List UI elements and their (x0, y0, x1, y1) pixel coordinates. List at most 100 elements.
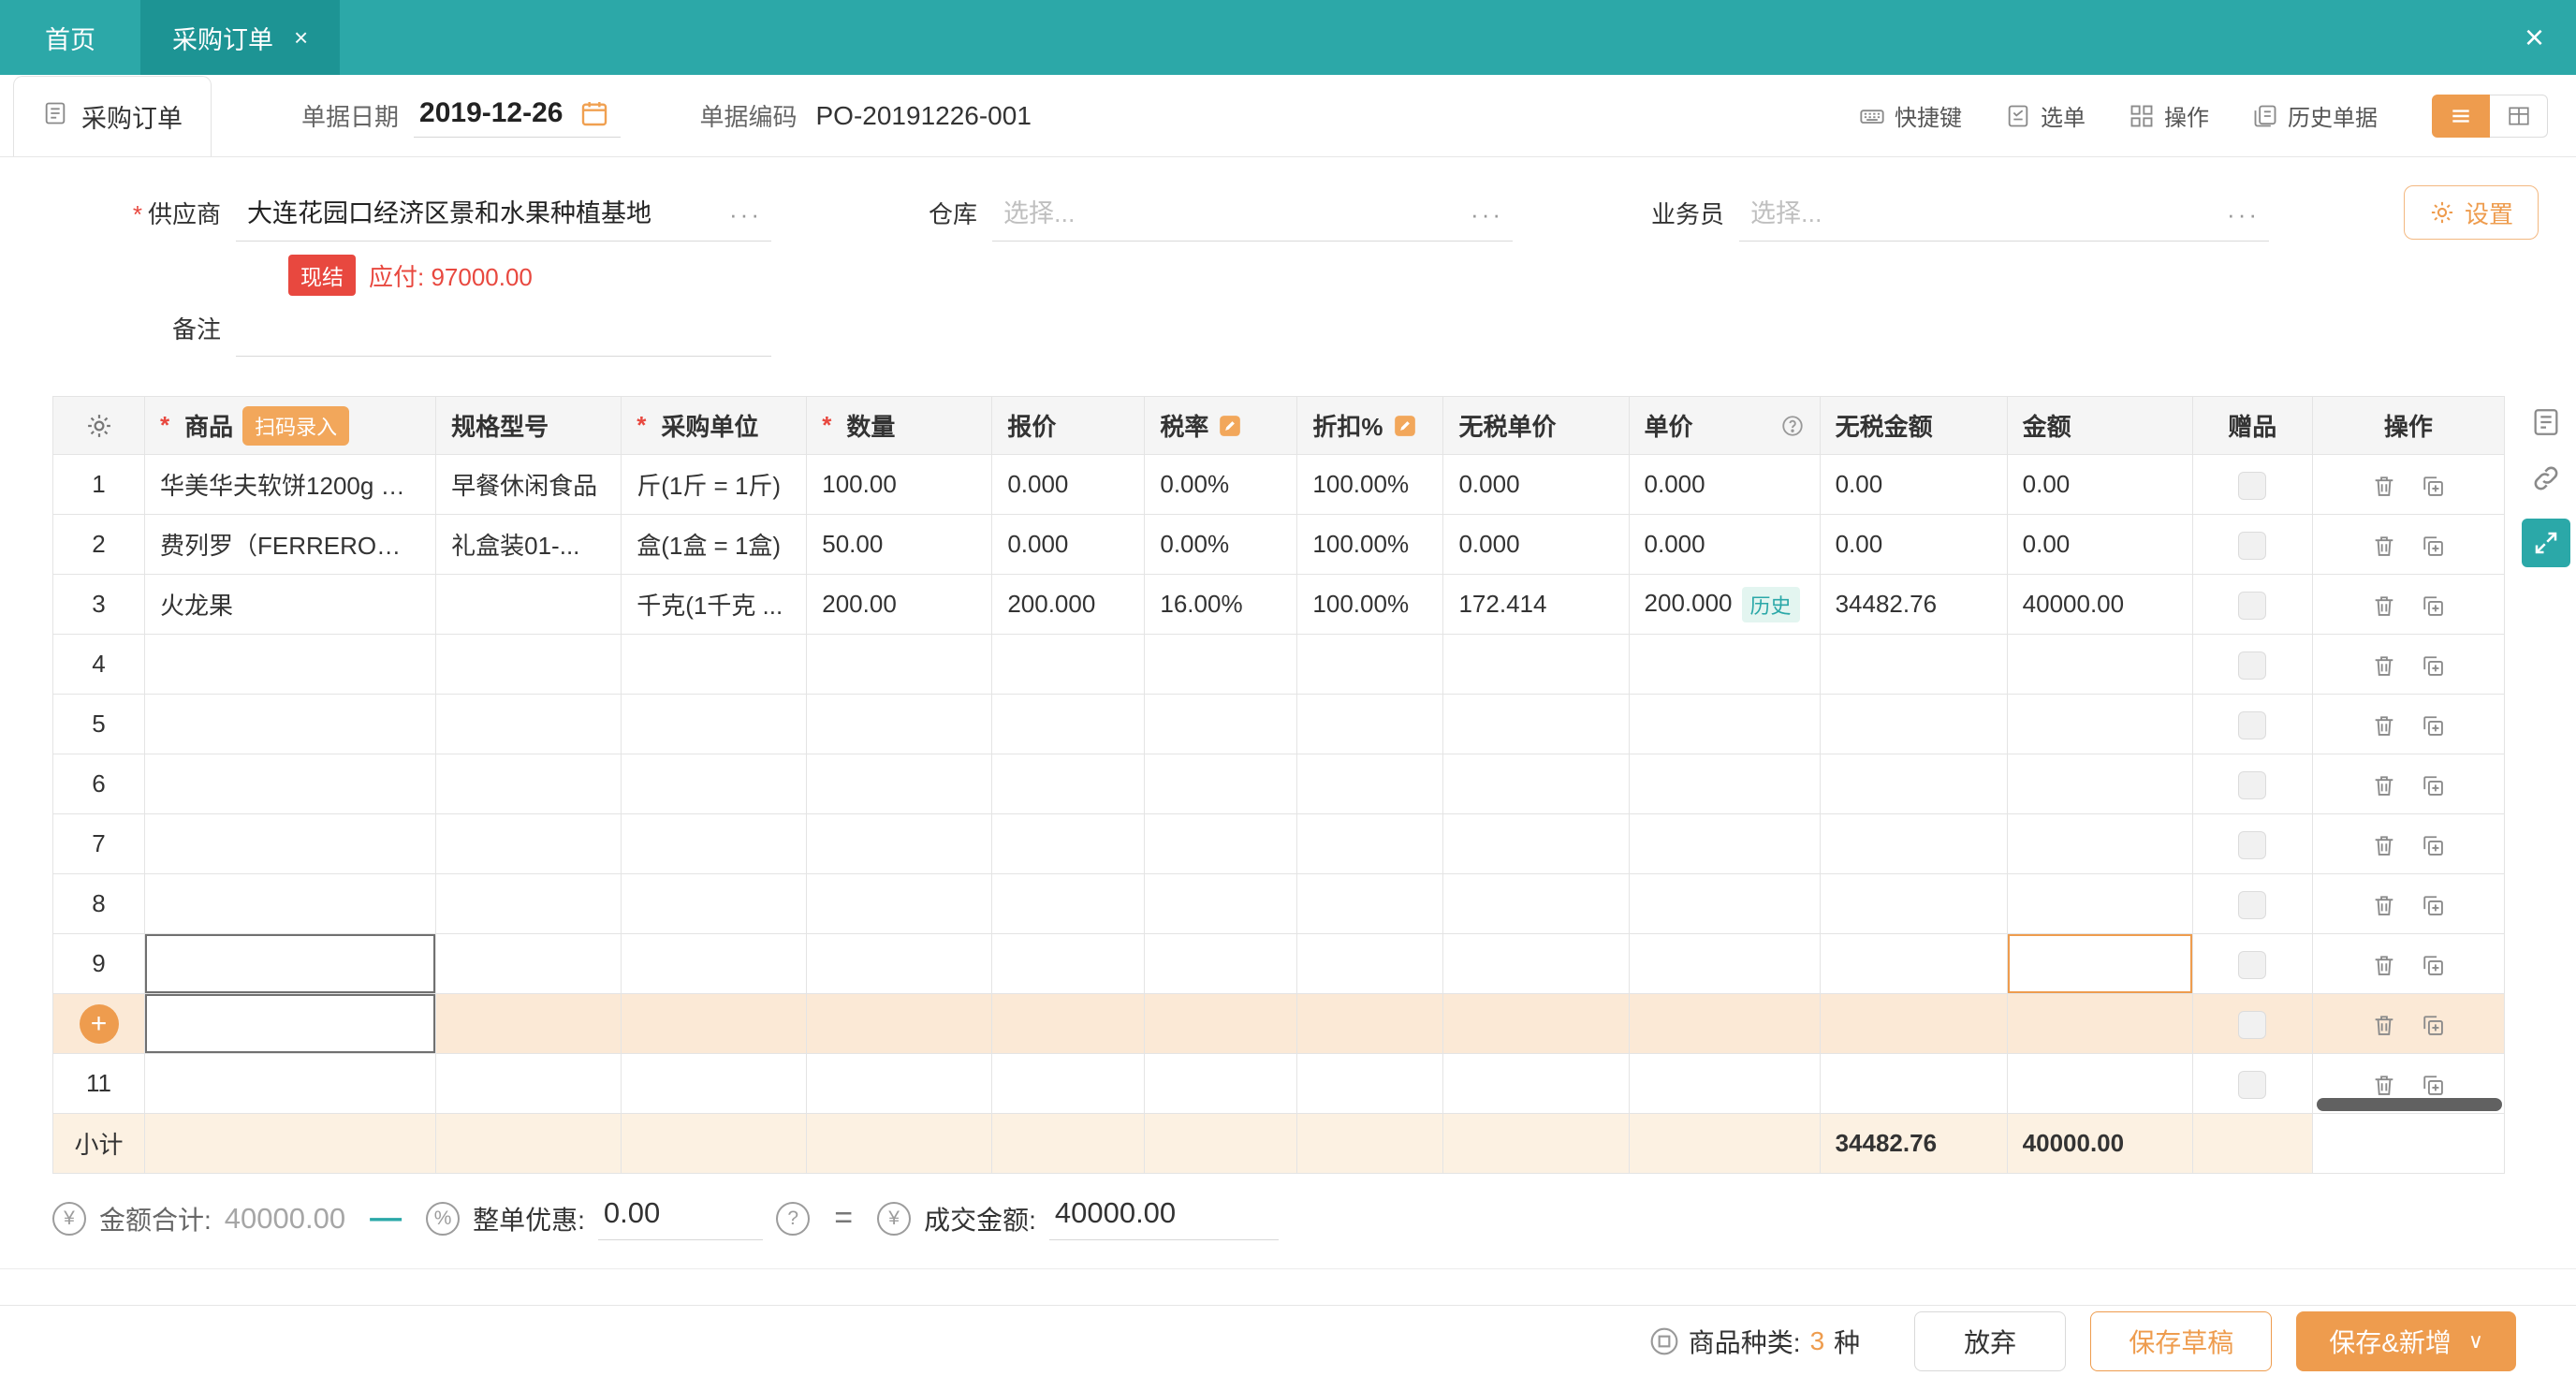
cell-discount[interactable] (1296, 933, 1444, 994)
cell-spec[interactable]: 早餐休闲食品 (435, 454, 622, 515)
pick-order-button[interactable]: 选单 (2005, 99, 2086, 132)
cell-amount[interactable]: 0.00 (2006, 454, 2193, 515)
date-field[interactable]: 2019-12-26 (414, 94, 622, 138)
cell-qty[interactable]: 100.00 (806, 454, 993, 515)
add-row-button[interactable]: + (79, 1003, 119, 1044)
cell-qty[interactable] (806, 873, 993, 934)
cell-price[interactable] (1628, 933, 1821, 994)
copy-row-icon[interactable] (2420, 470, 2446, 499)
history-badge[interactable]: 历史 (1741, 586, 1800, 622)
shortcuts-button[interactable]: 快捷键 (1859, 99, 1962, 132)
cell-tax[interactable] (1144, 933, 1298, 994)
edit-icon[interactable] (1393, 414, 1417, 438)
cell-price[interactable]: 0.000 (1628, 454, 1821, 515)
cell-discount[interactable] (1296, 813, 1444, 874)
cell-uamount[interactable] (1819, 933, 2008, 994)
warehouse-more-button[interactable]: ··· (1471, 200, 1503, 229)
list-view-toggle[interactable] (2432, 94, 2490, 138)
remark-field[interactable] (236, 315, 771, 357)
copy-row-icon[interactable] (2420, 769, 2446, 798)
cell-tax[interactable]: 0.00% (1144, 454, 1298, 515)
link-icon[interactable] (2530, 462, 2562, 494)
cell-spec[interactable] (435, 1053, 622, 1114)
cell-uprice[interactable] (1442, 1053, 1630, 1114)
cell-uprice[interactable] (1442, 694, 1630, 754)
gift-checkbox[interactable] (2238, 770, 2267, 799)
cell-price[interactable] (1628, 873, 1821, 934)
cell-uamount[interactable] (1819, 754, 2008, 814)
cell-spec[interactable] (435, 933, 622, 994)
cell-uamount[interactable] (1819, 694, 2008, 754)
window-close-icon[interactable]: × (2493, 0, 2576, 75)
cell-quote[interactable] (991, 1053, 1146, 1114)
history-docs-button[interactable]: 历史单据 (2252, 99, 2378, 132)
cell-amount[interactable] (2006, 1053, 2193, 1114)
scan-entry-badge[interactable]: 扫码录入 (242, 405, 350, 446)
help-icon[interactable] (1780, 414, 1805, 438)
salesman-more-button[interactable]: ··· (2227, 200, 2260, 229)
delete-row-icon[interactable] (2371, 470, 2397, 499)
cell-unit[interactable] (621, 694, 808, 754)
copy-row-icon[interactable] (2420, 829, 2446, 858)
cell-discount[interactable]: 100.00% (1296, 514, 1444, 575)
cell-product[interactable] (144, 694, 437, 754)
cell-discount[interactable] (1296, 873, 1444, 934)
cell-discount[interactable]: 100.00% (1296, 574, 1444, 635)
cell-product[interactable] (144, 993, 437, 1054)
cell-unit[interactable] (621, 634, 808, 695)
gear-icon[interactable] (85, 412, 113, 440)
copy-row-icon[interactable] (2420, 530, 2446, 559)
cell-unit[interactable]: 盒(1盒 = 1盒) (621, 514, 808, 575)
delete-row-icon[interactable] (2371, 650, 2397, 679)
gift-checkbox[interactable] (2238, 830, 2267, 859)
doc-tab-purchase-order[interactable]: 采购订单 (13, 76, 212, 156)
cell-quote[interactable]: 200.000 (991, 574, 1146, 635)
delete-row-icon[interactable] (2371, 829, 2397, 858)
cell-unit[interactable] (621, 754, 808, 814)
cell-uamount[interactable]: 0.00 (1819, 514, 2008, 575)
cell-tax[interactable] (1144, 1053, 1298, 1114)
cell-product[interactable] (144, 1053, 437, 1114)
abandon-button[interactable]: 放弃 (1914, 1310, 2067, 1371)
cell-uprice[interactable] (1442, 813, 1630, 874)
cell-price[interactable]: 200.000 历史 (1628, 574, 1821, 635)
cell-product[interactable] (144, 754, 437, 814)
cell-discount[interactable] (1296, 1053, 1444, 1114)
cell-product[interactable]: 费列罗（FERRERO）巧... (144, 514, 437, 575)
cell-amount[interactable] (2006, 634, 2193, 695)
cell-tax[interactable] (1144, 634, 1298, 695)
cell-uamount[interactable] (1819, 873, 2008, 934)
cell-quote[interactable] (991, 873, 1146, 934)
cell-quote[interactable] (991, 754, 1146, 814)
cell-uprice[interactable]: 0.000 (1442, 454, 1630, 515)
delete-row-icon[interactable] (2371, 590, 2397, 619)
cell-discount[interactable] (1296, 993, 1444, 1054)
gift-checkbox[interactable] (2238, 890, 2267, 919)
cell-qty[interactable] (806, 754, 993, 814)
card-view-toggle[interactable] (2490, 94, 2548, 138)
cell-tax[interactable] (1144, 754, 1298, 814)
delete-row-icon[interactable] (2371, 1009, 2397, 1038)
delete-row-icon[interactable] (2371, 949, 2397, 978)
cell-quote[interactable]: 0.000 (991, 454, 1146, 515)
cell-tax[interactable] (1144, 813, 1298, 874)
tab-purchase-order[interactable]: 采购订单 × (140, 0, 341, 75)
cell-spec[interactable] (435, 634, 622, 695)
cell-uamount[interactable] (1819, 813, 2008, 874)
cell-amount[interactable] (2006, 754, 2193, 814)
copy-row-icon[interactable] (2420, 1009, 2446, 1038)
warehouse-field[interactable]: 选择... ··· (992, 193, 1514, 242)
cell-uamount[interactable] (1819, 634, 2008, 695)
cell-uprice[interactable]: 172.414 (1442, 574, 1630, 635)
cell-tax[interactable] (1144, 993, 1298, 1054)
gift-checkbox[interactable] (2238, 1010, 2267, 1039)
tab-home[interactable]: 首页 (0, 0, 140, 75)
cell-unit[interactable]: 千克(1千克 ... (621, 574, 808, 635)
cell-qty[interactable] (806, 993, 993, 1054)
cell-price[interactable]: 0.000 (1628, 514, 1821, 575)
cell-qty[interactable]: 200.00 (806, 574, 993, 635)
save-and-new-button[interactable]: 保存&新增 ∨ (2296, 1310, 2516, 1371)
cell-quote[interactable] (991, 634, 1146, 695)
delete-row-icon[interactable] (2371, 769, 2397, 798)
copy-row-icon[interactable] (2420, 590, 2446, 619)
